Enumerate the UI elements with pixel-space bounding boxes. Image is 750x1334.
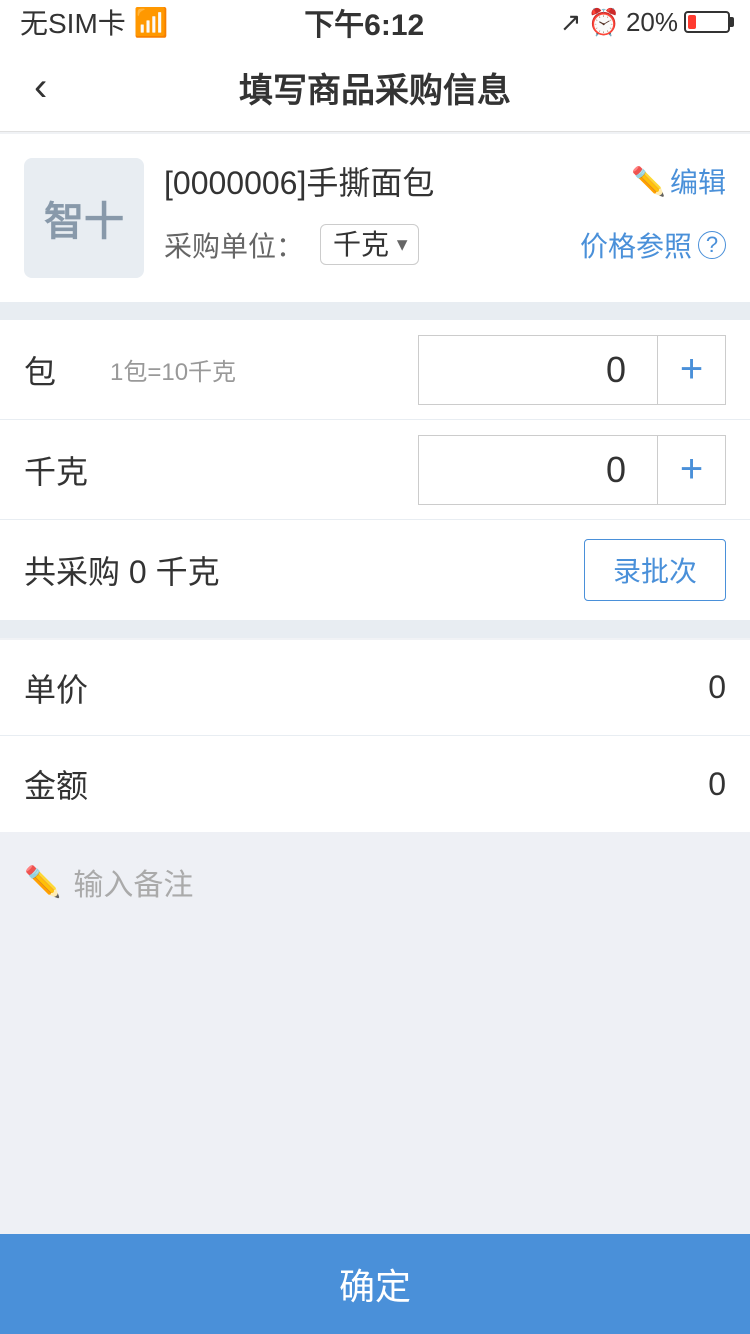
- product-card: 智十 [0000006]手撕面包 ✏️ 编辑 采购单位： 千克 价格参照 ?: [0, 134, 750, 302]
- quantity-label-0: 包: [24, 347, 104, 393]
- product-title-row: [0000006]手撕面包 ✏️ 编辑: [164, 158, 726, 204]
- carrier-label: 无SIM卡: [20, 2, 126, 42]
- battery-fill: [688, 15, 696, 29]
- quantity-input-0[interactable]: [418, 335, 658, 405]
- product-name: [0000006]手撕面包: [164, 158, 434, 204]
- section-divider-2: [0, 620, 750, 638]
- quantity-input-group-1: +: [418, 435, 726, 505]
- status-time: 下午6:12: [304, 0, 424, 44]
- status-right: ↗ ⏰ 20%: [560, 7, 730, 38]
- purchase-unit-row: 采购单位： 千克 价格参照 ?: [164, 224, 726, 265]
- summary-row: 共采购 0 千克 录批次: [0, 520, 750, 620]
- amount-value: 0: [708, 766, 726, 803]
- status-bar: 无SIM卡 📶 下午6:12 ↗ ⏰ 20%: [0, 0, 750, 44]
- page-title: 填写商品采购信息: [239, 63, 511, 112]
- price-label: 单价: [24, 665, 88, 711]
- pencil-icon: ✏️: [24, 865, 61, 900]
- summary-text: 共采购 0 千克: [24, 547, 220, 593]
- quantity-plus-0[interactable]: +: [658, 335, 726, 405]
- amount-row: 金额 0: [0, 736, 750, 832]
- help-icon: ?: [698, 231, 726, 259]
- location-icon: ↗: [560, 7, 582, 38]
- content-area: [0, 932, 750, 1272]
- battery-percent: 20%: [626, 7, 678, 38]
- product-image: 智十: [24, 158, 144, 278]
- unit-select-wrapper[interactable]: 千克: [320, 224, 419, 265]
- wifi-icon: 📶: [134, 6, 169, 39]
- notes-placeholder: 输入备注: [73, 860, 193, 904]
- edit-button[interactable]: ✏️ 编辑: [631, 161, 726, 201]
- quantity-plus-1[interactable]: +: [658, 435, 726, 505]
- quantity-label-1: 千克: [24, 447, 104, 493]
- notes-section[interactable]: ✏️ 输入备注: [0, 832, 750, 932]
- edit-label: 编辑: [670, 161, 726, 201]
- alarm-icon: ⏰: [588, 7, 620, 38]
- amount-label: 金额: [24, 761, 88, 807]
- confirm-button[interactable]: 确定: [0, 1234, 750, 1334]
- quantity-input-group-0: +: [418, 335, 726, 405]
- quantity-row-1: 千克 +: [0, 420, 750, 520]
- price-value: 0: [708, 669, 726, 706]
- edit-icon: ✏️: [631, 165, 666, 198]
- unit-select[interactable]: 千克: [320, 224, 419, 265]
- status-left: 无SIM卡 📶: [20, 2, 169, 42]
- batch-button[interactable]: 录批次: [584, 539, 726, 601]
- info-section: 单价 0 金额 0: [0, 640, 750, 832]
- battery-indicator: [684, 11, 730, 33]
- price-ref-label: 价格参照: [580, 225, 692, 265]
- product-info: [0000006]手撕面包 ✏️ 编辑 采购单位： 千克 价格参照 ?: [164, 158, 726, 265]
- unit-label: 采购单位：: [164, 225, 304, 265]
- input-section: 包 1包=10千克 + 千克 +: [0, 320, 750, 520]
- back-button[interactable]: ‹: [24, 55, 57, 120]
- nav-bar: ‹ 填写商品采购信息: [0, 44, 750, 132]
- quantity-input-1[interactable]: [418, 435, 658, 505]
- quantity-row-0: 包 1包=10千克 +: [0, 320, 750, 420]
- price-row: 单价 0: [0, 640, 750, 736]
- price-reference-button[interactable]: 价格参照 ?: [580, 225, 726, 265]
- section-divider-1: [0, 302, 750, 320]
- quantity-sublabel-0: 1包=10千克: [110, 352, 236, 387]
